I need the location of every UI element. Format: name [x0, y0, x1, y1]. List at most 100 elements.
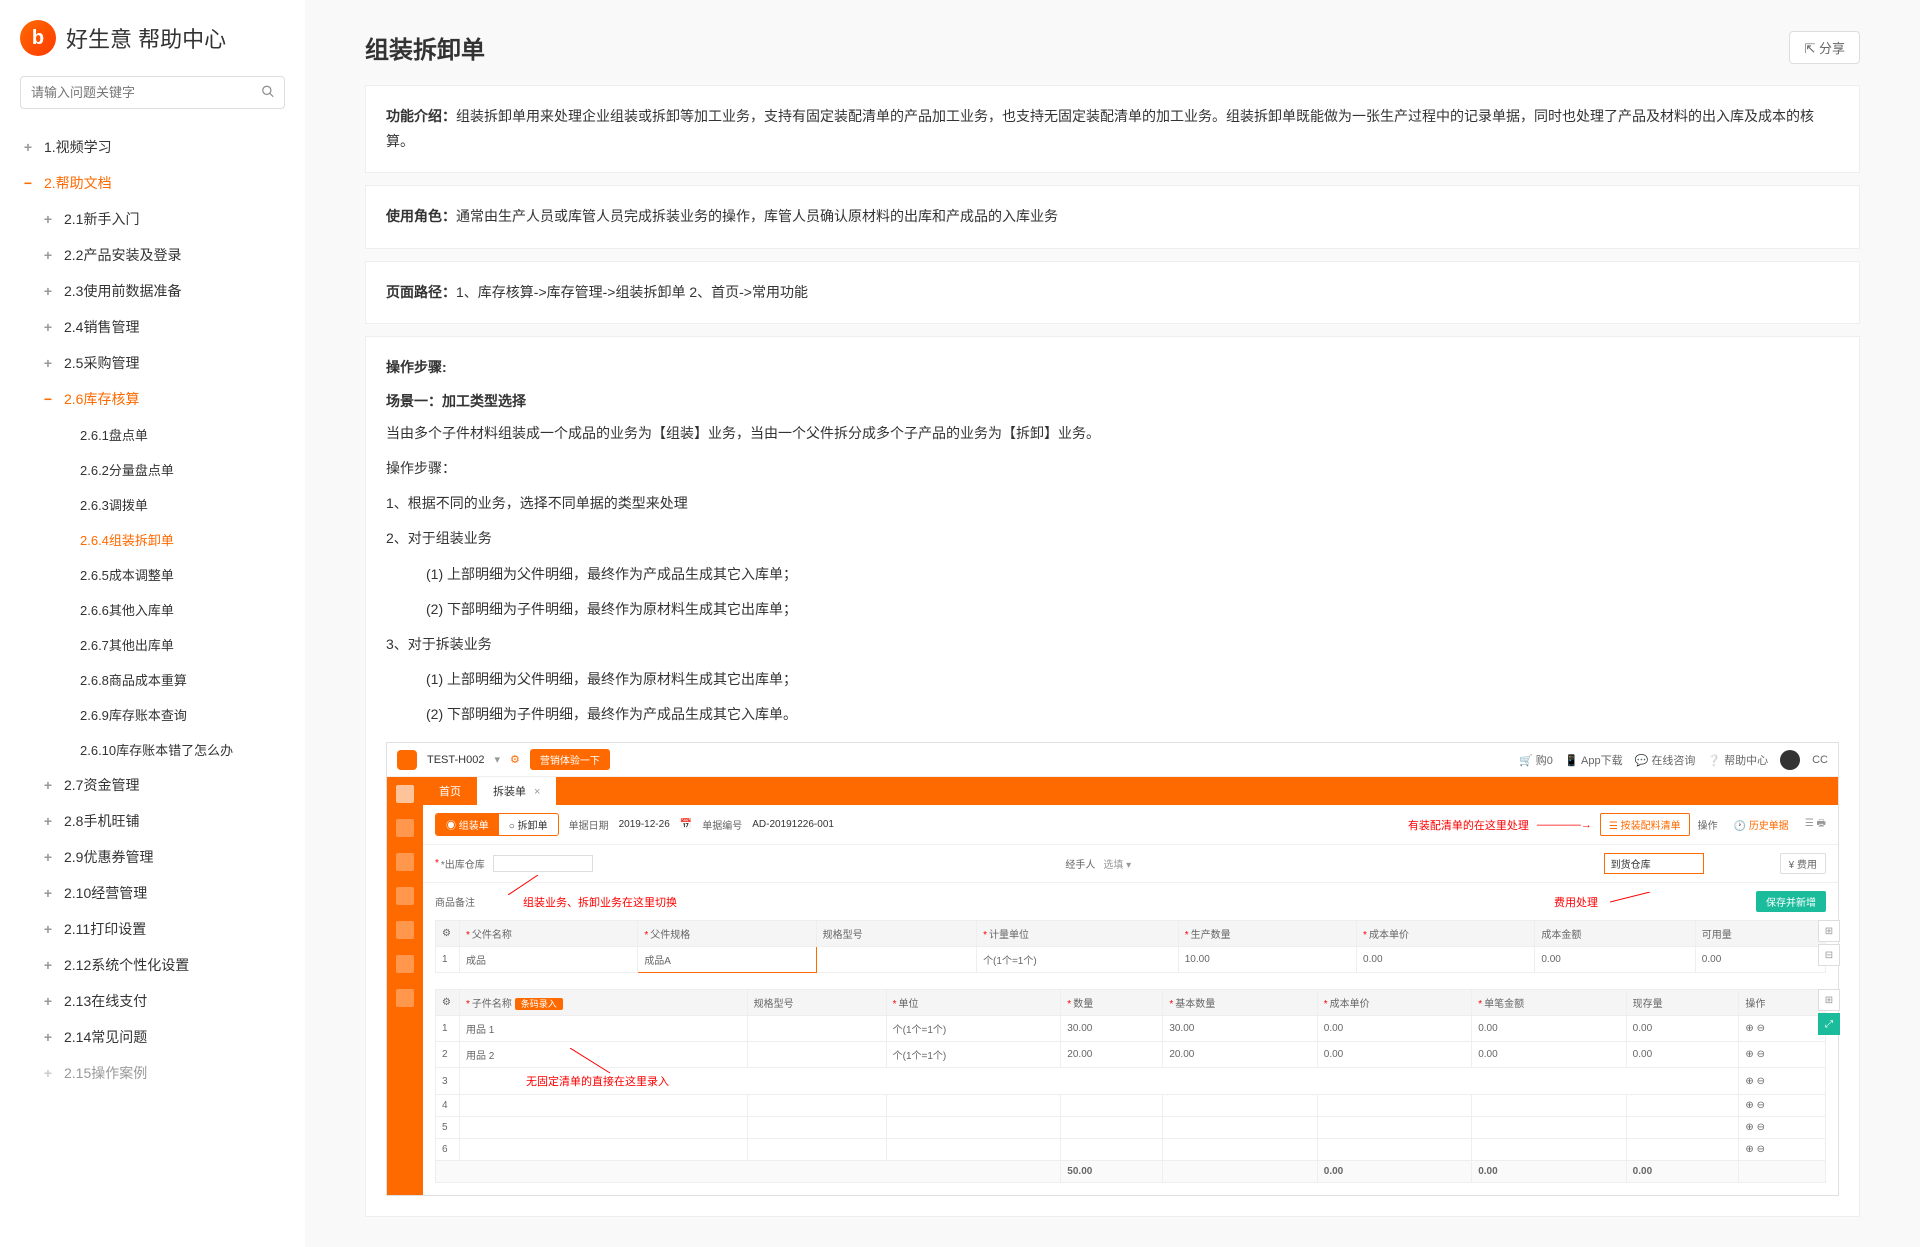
nav-2-5[interactable]: +2.5采购管理	[20, 345, 285, 381]
role-text: 通常由生产人员或库管人员完成拆装业务的操作，库管人员确认原材料的出库和产成品的入…	[456, 208, 1058, 224]
plus-icon: +	[40, 777, 56, 793]
ss-avatar-icon	[1780, 750, 1800, 770]
step-3a: (1) 上部明细为父件明细，最终作为原材料生成其它出库单；	[386, 667, 1839, 692]
nav-2-8[interactable]: +2.8手机旺铺	[20, 803, 285, 839]
ss-tab-home: 首页	[423, 777, 477, 805]
nav-2-6-1[interactable]: 2.6.1盘点单	[20, 417, 285, 452]
search-icon[interactable]	[261, 84, 275, 101]
ss-menu-icon	[396, 989, 414, 1007]
path-text: 1、库存核算->库存管理->组装拆卸单 2、首页->常用功能	[456, 284, 808, 300]
nav-2-13[interactable]: +2.13在线支付	[20, 983, 285, 1019]
nav-2-9[interactable]: +2.9优惠券管理	[20, 839, 285, 875]
nav-2-11[interactable]: +2.11打印设置	[20, 911, 285, 947]
plus-icon: +	[40, 921, 56, 937]
nav-video-learning[interactable]: +1.视频学习	[20, 129, 285, 165]
nav-2-6-3[interactable]: 2.6.3调拨单	[20, 487, 285, 522]
nav-2-6-7[interactable]: 2.6.7其他出库单	[20, 627, 285, 662]
plus-icon: +	[40, 355, 56, 371]
ss-trial-button: 营销体验一下	[530, 749, 610, 770]
ss-tool-expand-icon: ⤢	[1818, 1013, 1840, 1035]
table-row: 1用品 1个(1个=1个)30.0030.000.000.000.00⊕ ⊖	[436, 1016, 1826, 1042]
share-icon: ⇱	[1804, 41, 1819, 56]
ss-cart: 🛒 购0	[1519, 752, 1553, 768]
minus-icon: −	[20, 175, 36, 191]
ss-child-table: ⚙ 子件名称 条码录入 规格型号 单位 数量 基本数量 成本单价 单笔金额 现存…	[435, 989, 1826, 1183]
plus-icon: +	[40, 849, 56, 865]
nav-2-10[interactable]: +2.10经营管理	[20, 875, 285, 911]
nav-2-14[interactable]: +2.14常见问题	[20, 1019, 285, 1055]
ss-in-warehouse: 到货仓库	[1604, 853, 1704, 874]
share-button[interactable]: ⇱ 分享	[1789, 31, 1860, 64]
ss-type-toggle: ◉ 组装单 ○ 拆卸单	[435, 813, 559, 836]
nav-2-3[interactable]: +2.3使用前数据准备	[20, 273, 285, 309]
plus-icon: +	[40, 283, 56, 299]
step-3: 3、对于拆装业务	[386, 632, 1839, 657]
logo-icon: b	[20, 20, 56, 56]
ss-menu-icon	[396, 921, 414, 939]
nav-2-1[interactable]: +2.1新手入门	[20, 201, 285, 237]
plus-icon: +	[20, 139, 36, 155]
ss-help-center: ❔ 帮助中心	[1707, 752, 1768, 768]
table-row: 5⊕ ⊖	[436, 1117, 1826, 1139]
ss-menu-icon	[396, 887, 414, 905]
plus-icon: +	[40, 319, 56, 335]
nav-2-6-5[interactable]: 2.6.5成本调整单	[20, 557, 285, 592]
nav-help-docs[interactable]: −2.帮助文档	[20, 165, 285, 201]
table-row: 6⊕ ⊖	[436, 1139, 1826, 1161]
table-row: 1 成品 成品A 个(1个=1个) 10.00 0.00 0.00 0.00	[436, 947, 1826, 973]
plus-icon: +	[40, 957, 56, 973]
scene1-p1: 当由多个子件材料组装成一个成品的业务为【组装】业务，当由一个父件拆分成多个子产品…	[386, 421, 1839, 446]
ss-host: TEST-H002	[427, 754, 484, 766]
nav-2-6-2[interactable]: 2.6.2分量盘点单	[20, 452, 285, 487]
nav-2-6-9[interactable]: 2.6.9库存账本查询	[20, 697, 285, 732]
table-sum-row: 50.000.000.000.00	[436, 1161, 1826, 1183]
nav-2-15[interactable]: +2.15操作案例	[20, 1055, 285, 1091]
step-2a: (1) 上部明细为父件明细，最终作为产成品生成其它入库单；	[386, 562, 1839, 587]
steps-box: 操作步骤: 场景一：加工类型选择 当由多个子件材料组装成一个成品的业务为【组装】…	[365, 336, 1860, 1218]
nav-2-6-6[interactable]: 2.6.6其他入库单	[20, 592, 285, 627]
ss-radio-disassemble: ○ 拆卸单	[499, 814, 558, 835]
scene1-p2: 操作步骤：	[386, 456, 1839, 481]
role-label: 使用角色：	[386, 208, 456, 224]
ss-sidebar	[387, 777, 423, 1195]
nav-2-4[interactable]: +2.4销售管理	[20, 309, 285, 345]
scene1-title: 场景一：加工类型选择	[386, 391, 1839, 411]
ss-tool-icon: ⊞	[1818, 989, 1840, 1011]
ss-menu-icon	[396, 819, 414, 837]
nav-2-6-4[interactable]: 2.6.4组装拆卸单	[20, 522, 285, 557]
intro-label: 功能介绍：	[386, 108, 456, 124]
ss-logo-icon	[397, 750, 417, 770]
table-row: 2用品 2个(1个=1个)20.0020.000.000.000.00⊕ ⊖	[436, 1042, 1826, 1068]
search-box	[20, 76, 285, 109]
ss-tool-icon: ⊟	[1818, 944, 1840, 966]
plus-icon: +	[40, 1065, 56, 1081]
nav-2-7[interactable]: +2.7资金管理	[20, 767, 285, 803]
ss-app-download: 📱 App下载	[1565, 752, 1623, 768]
table-row: 4⊕ ⊖	[436, 1095, 1826, 1117]
nav-2-6[interactable]: −2.6库存核算	[20, 381, 285, 417]
role-box: 使用角色：通常由生产人员或库管人员完成拆装业务的操作，库管人员确认原材料的出库和…	[365, 185, 1860, 248]
ss-save-button: 保存并新增	[1756, 891, 1826, 912]
ss-online-consult: 💬 在线咨询	[1635, 752, 1696, 768]
search-input[interactable]	[20, 76, 285, 109]
ss-out-warehouse	[493, 855, 593, 872]
intro-text: 组装拆卸单用来处理企业组装或拆卸等加工业务，支持有固定装配清单的产品加工业务，也…	[386, 108, 1814, 149]
plus-icon: +	[40, 247, 56, 263]
nav-2-12[interactable]: +2.12系统个性化设置	[20, 947, 285, 983]
ss-username: CC	[1812, 754, 1828, 766]
ss-parent-table: ⚙ 父件名称 父件规格 规格型号 计量单位 生产数量 成本单价 成本金额 可用量	[435, 920, 1826, 973]
plus-icon: +	[40, 885, 56, 901]
nav-2-6-10[interactable]: 2.6.10库存账本错了怎么办	[20, 732, 285, 767]
steps-title: 操作步骤:	[386, 357, 1839, 377]
sidebar: b 好生意 帮助中心 +1.视频学习 −2.帮助文档 +2.1新手入门 +2.2…	[0, 0, 305, 1247]
plus-icon: +	[40, 211, 56, 227]
nav-2-6-8[interactable]: 2.6.8商品成本重算	[20, 662, 285, 697]
ss-annotation-2: 组装业务、拆卸业务在这里切换	[523, 894, 677, 910]
step-1: 1、根据不同的业务，选择不同单据的类型来处理	[386, 491, 1839, 516]
ss-radio-assemble: ◉ 组装单	[436, 814, 499, 835]
step-2b: (2) 下部明细为子件明细，最终作为原材料生成其它出库单；	[386, 597, 1839, 622]
page-title: 组装拆卸单	[365, 30, 485, 65]
embedded-screenshot: TEST-H002 ▾ ⚙ 营销体验一下 🛒 购0 📱 App下载 💬 在线咨询…	[386, 742, 1839, 1196]
nav-2-2[interactable]: +2.2产品安装及登录	[20, 237, 285, 273]
ss-menu-icon	[396, 955, 414, 973]
